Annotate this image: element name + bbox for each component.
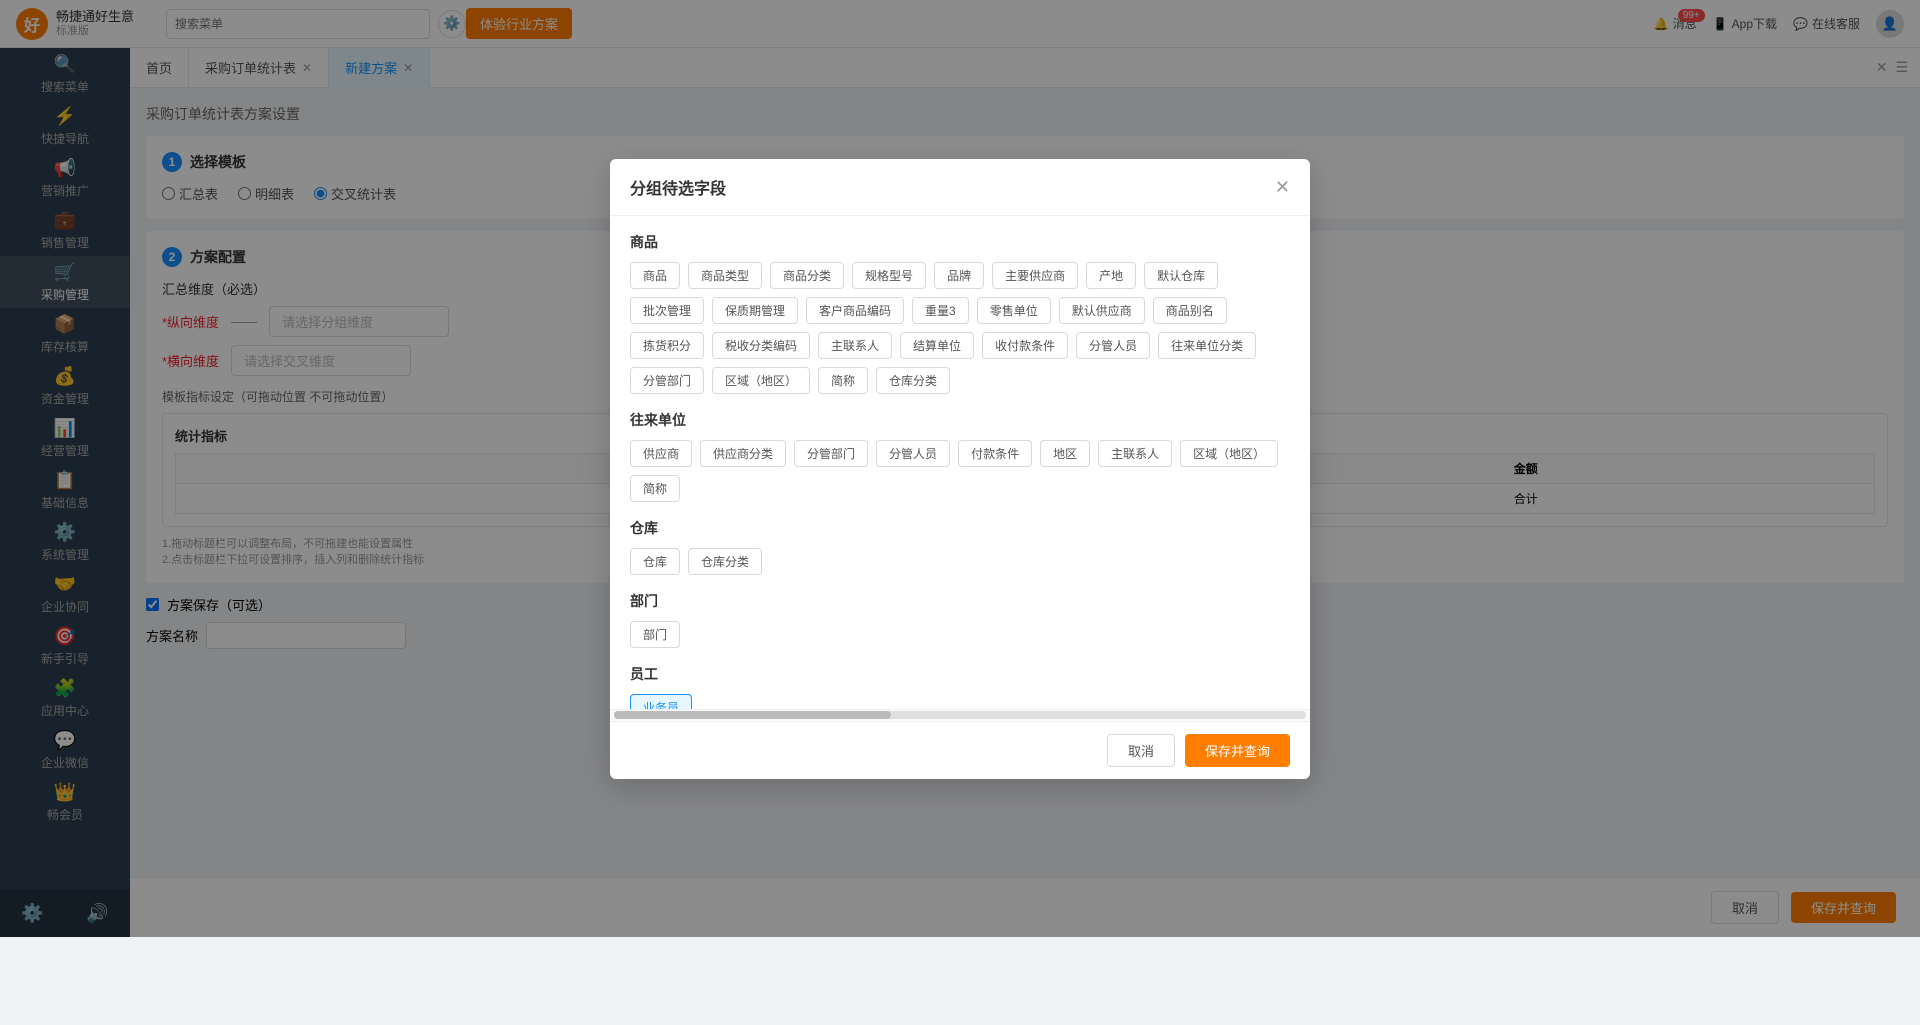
modal-dialog: 分组待选字段 ✕ 商品 商品 商品类型 商品分类 规格型号 品牌 主要供应商 产… (610, 159, 1310, 779)
field-tag[interactable]: 供应商 (630, 440, 692, 467)
staff-fields: 业务员 (630, 694, 1290, 709)
partner-fields: 供应商 供应商分类 分管部门 分管人员 付款条件 地区 主联系人 区域（地区） … (630, 440, 1290, 502)
field-tag[interactable]: 分管部门 (794, 440, 868, 467)
field-tag[interactable]: 主联系人 (1098, 440, 1172, 467)
warehouse-fields: 仓库 仓库分类 (630, 548, 1290, 575)
field-tag[interactable]: 结算单位 (900, 332, 974, 359)
field-tag[interactable]: 仓库分类 (688, 548, 762, 575)
field-tag[interactable]: 主联系人 (818, 332, 892, 359)
section-title-dept: 部门 (630, 591, 1290, 611)
modal-title: 分组待选字段 (630, 175, 726, 199)
field-tag-selected[interactable]: 业务员 (630, 694, 692, 709)
field-tag[interactable]: 重量3 (912, 297, 969, 324)
section-title-partner: 往来单位 (630, 410, 1290, 430)
product-fields: 商品 商品类型 商品分类 规格型号 品牌 主要供应商 产地 默认仓库 批次管理 … (630, 262, 1290, 394)
section-title-warehouse: 仓库 (630, 518, 1290, 538)
field-tag[interactable]: 简称 (630, 475, 680, 502)
field-tag[interactable]: 产地 (1086, 262, 1136, 289)
field-tag[interactable]: 税收分类编码 (712, 332, 810, 359)
modal-overlay: 分组待选字段 ✕ 商品 商品 商品类型 商品分类 规格型号 品牌 主要供应商 产… (0, 0, 1920, 937)
field-tag[interactable]: 付款条件 (958, 440, 1032, 467)
field-tag[interactable]: 保质期管理 (712, 297, 798, 324)
field-tag[interactable]: 客户商品编码 (806, 297, 904, 324)
field-tag[interactable]: 简称 (818, 367, 868, 394)
field-tag[interactable]: 默认供应商 (1059, 297, 1145, 324)
field-tag[interactable]: 仓库 (630, 548, 680, 575)
field-tag[interactable]: 默认仓库 (1144, 262, 1218, 289)
hscroll-thumb[interactable] (614, 711, 891, 719)
field-tag[interactable]: 规格型号 (852, 262, 926, 289)
field-tag[interactable]: 收付款条件 (982, 332, 1068, 359)
field-tag[interactable]: 分管人员 (1076, 332, 1150, 359)
modal-hscroll-bar[interactable] (610, 709, 1310, 721)
dept-fields: 部门 (630, 621, 1290, 648)
modal-header: 分组待选字段 ✕ (610, 159, 1310, 216)
modal-confirm-button[interactable]: 保存并查询 (1185, 734, 1290, 767)
section-title-product: 商品 (630, 232, 1290, 252)
field-tag[interactable]: 商品分类 (770, 262, 844, 289)
field-tag[interactable]: 分管人员 (876, 440, 950, 467)
field-tag[interactable]: 商品别名 (1153, 297, 1227, 324)
field-tag[interactable]: 商品 (630, 262, 680, 289)
field-tag[interactable]: 区域（地区） (1180, 440, 1278, 467)
field-tag[interactable]: 品牌 (934, 262, 984, 289)
field-tag[interactable]: 主要供应商 (992, 262, 1078, 289)
modal-cancel-button[interactable]: 取消 (1107, 734, 1175, 767)
field-tag[interactable]: 区域（地区） (712, 367, 810, 394)
field-tag[interactable]: 供应商分类 (700, 440, 786, 467)
field-tag[interactable]: 仓库分类 (876, 367, 950, 394)
modal-footer: 取消 保存并查询 (610, 721, 1310, 779)
field-tag[interactable]: 拣货积分 (630, 332, 704, 359)
modal-body: 商品 商品 商品类型 商品分类 规格型号 品牌 主要供应商 产地 默认仓库 批次… (610, 216, 1310, 709)
field-tag[interactable]: 批次管理 (630, 297, 704, 324)
field-tag[interactable]: 往来单位分类 (1158, 332, 1256, 359)
field-tag[interactable]: 分管部门 (630, 367, 704, 394)
field-tag[interactable]: 部门 (630, 621, 680, 648)
section-title-staff: 员工 (630, 664, 1290, 684)
modal-close-button[interactable]: ✕ (1275, 178, 1290, 196)
field-tag[interactable]: 零售单位 (977, 297, 1051, 324)
field-tag[interactable]: 商品类型 (688, 262, 762, 289)
field-tag[interactable]: 地区 (1040, 440, 1090, 467)
